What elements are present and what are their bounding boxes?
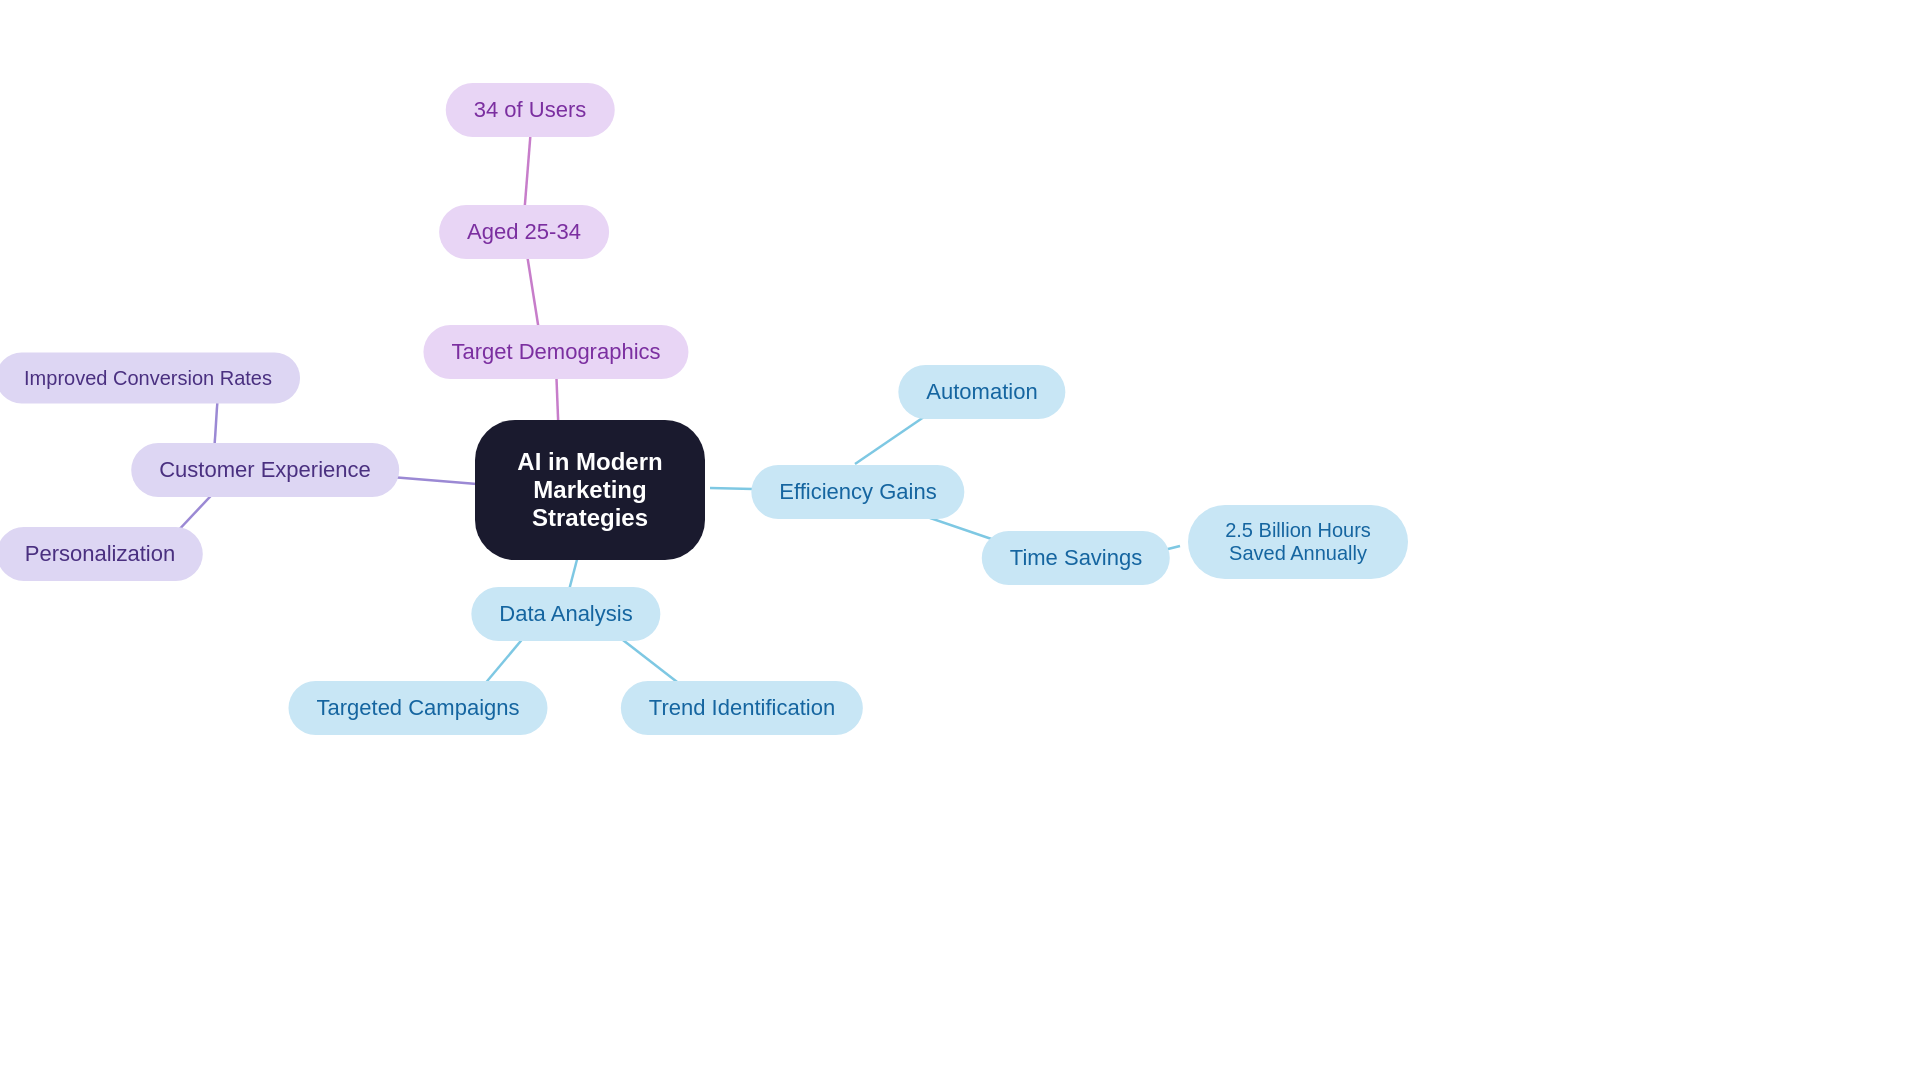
node-targeted-campaigns: Targeted Campaigns [288,681,547,735]
node-efficiency-gains: Efficiency Gains [751,465,964,519]
node-time-savings: Time Savings [982,531,1170,585]
node-2-5-billion-hours: 2.5 Billion Hours Saved Annually [1188,505,1408,579]
svg-line-2 [524,128,531,216]
node-automation: Automation [898,365,1065,419]
node-34-of-users: 34 of Users [446,83,615,137]
node-data-analysis: Data Analysis [471,587,660,641]
node-customer-experience: Customer Experience [131,443,399,497]
node-target-demographics: Target Demographics [423,325,688,379]
node-personalization: Personalization [0,527,203,581]
svg-line-1 [526,248,540,337]
mind-map: AI in Modern Marketing Strategies Target… [0,0,1920,1083]
node-trend-identification: Trend Identification [621,681,863,735]
node-aged-25-34: Aged 25-34 [439,205,609,259]
center-node: AI in Modern Marketing Strategies [475,420,705,560]
connections-svg [0,0,1920,1083]
node-improved-conversion-rates: Improved Conversion Rates [0,353,300,404]
